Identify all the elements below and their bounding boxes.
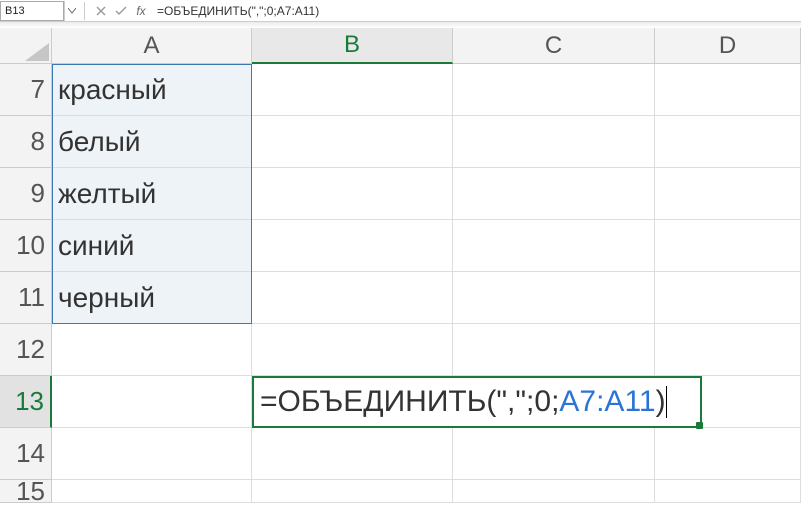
cell-d8[interactable] [655,116,801,168]
cell-b11[interactable] [252,272,453,324]
row-header-14[interactable]: 14 [0,428,52,480]
formula-bar-row: B13 fx =ОБЪЕДИНИТЬ(",";0;A7:A11) [0,0,801,22]
cell-c8[interactable] [453,116,655,168]
row-header-15[interactable]: 15 [0,480,52,503]
row-header-8[interactable]: 8 [0,116,52,168]
cell-c14[interactable] [453,428,655,480]
insert-function-button[interactable]: fx [132,2,150,20]
row-header-7[interactable]: 7 [0,64,52,116]
cell-d10[interactable] [655,220,801,272]
row-14: 14 [0,428,801,480]
cell-b15[interactable] [252,480,453,503]
fill-handle[interactable] [696,422,703,429]
col-header-b[interactable]: B [252,28,453,64]
x-icon [96,6,106,16]
cell-b9[interactable] [252,168,453,220]
row-12: 12 [0,324,801,376]
cell-d11[interactable] [655,272,801,324]
chevron-down-icon [68,8,76,14]
row-7: 7 красный [0,64,801,116]
formula-text-suffix: ) [656,385,666,419]
cancel-button[interactable] [92,2,110,20]
cell-d9[interactable] [655,168,801,220]
cell-d15[interactable] [655,480,801,503]
cell-a11[interactable]: черный [52,272,252,324]
spreadsheet-grid: A B C D 7 красный 8 белый 9 желтый 10 си… [0,28,801,503]
row-header-12[interactable]: 12 [0,324,52,376]
cell-d7[interactable] [655,64,801,116]
row-10: 10 синий [0,220,801,272]
cell-c12[interactable] [453,324,655,376]
col-header-a[interactable]: A [52,28,252,64]
cell-b7[interactable] [252,64,453,116]
cell-b14[interactable] [252,428,453,480]
row-header-10[interactable]: 10 [0,220,52,272]
column-header-row: A B C D [0,28,801,64]
row-8: 8 белый [0,116,801,168]
row-header-9[interactable]: 9 [0,168,52,220]
cell-d14[interactable] [655,428,801,480]
fx-icon: fx [136,4,145,18]
cell-a12[interactable] [52,324,252,376]
cell-editor[interactable]: =ОБЪЕДИНИТЬ(",";0;A7:A11) [252,376,702,428]
select-all-corner[interactable] [0,28,52,64]
cell-b8[interactable] [252,116,453,168]
row-15: 15 [0,480,801,503]
cell-a8[interactable]: белый [52,116,252,168]
cell-a15[interactable] [52,480,252,503]
col-header-c[interactable]: C [453,28,655,64]
cell-d12[interactable] [655,324,801,376]
cell-c7[interactable] [453,64,655,116]
separator [84,2,85,20]
row-9: 9 желтый [0,168,801,220]
enter-button[interactable] [112,2,130,20]
cell-a14[interactable] [52,428,252,480]
cell-a13[interactable] [52,376,252,428]
name-box[interactable]: B13 [0,1,64,21]
cell-b12[interactable] [252,324,453,376]
formula-input[interactable]: =ОБЪЕДИНИТЬ(",";0;A7:A11) [151,1,801,21]
row-header-11[interactable]: 11 [0,272,52,324]
cell-a10[interactable]: синий [52,220,252,272]
row-header-13[interactable]: 13 [0,376,52,428]
text-cursor [666,386,667,418]
cell-c15[interactable] [453,480,655,503]
cell-a7[interactable]: красный [52,64,252,116]
check-icon [115,6,127,16]
cell-c11[interactable] [453,272,655,324]
cell-c10[interactable] [453,220,655,272]
cell-a9[interactable]: желтый [52,168,252,220]
row-11: 11 черный [0,272,801,324]
cell-b10[interactable] [252,220,453,272]
formula-text-prefix: =ОБЪЕДИНИТЬ(",";0; [260,385,559,419]
cell-c9[interactable] [453,168,655,220]
formula-text-ref: A7:A11 [559,385,655,419]
name-box-dropdown[interactable] [64,1,78,21]
col-header-d[interactable]: D [655,28,801,64]
